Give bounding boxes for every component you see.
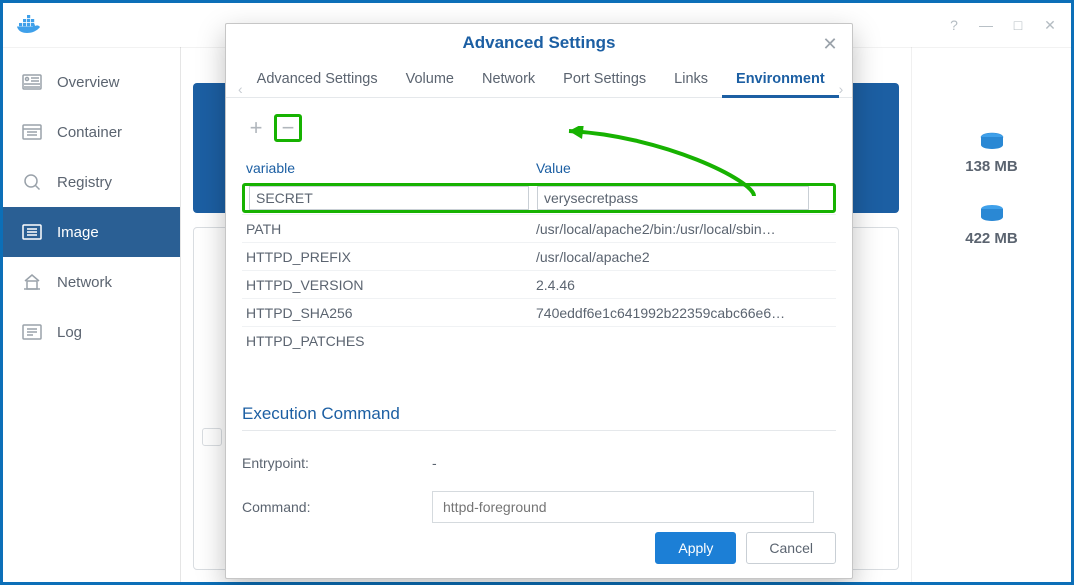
stat-item: 422 MB xyxy=(912,189,1071,261)
remove-env-button[interactable]: − xyxy=(274,114,302,142)
sidebar-item-label: Registry xyxy=(57,174,112,191)
stat-value: 138 MB xyxy=(965,158,1018,175)
disk-icon xyxy=(979,132,1005,152)
window-minimize-icon[interactable]: — xyxy=(975,17,997,33)
overview-icon xyxy=(21,71,43,93)
checkbox-placeholder[interactable] xyxy=(202,428,222,446)
command-input[interactable] xyxy=(432,491,814,523)
sidebar: Overview Container Registry Image Networ… xyxy=(3,47,181,582)
docker-logo-icon xyxy=(17,15,43,35)
minus-icon: − xyxy=(282,117,295,139)
image-icon xyxy=(21,221,43,243)
env-value: /usr/local/apache2/bin:/usr/local/sbin… xyxy=(536,221,832,237)
env-row[interactable]: HTTPD_SHA256 740eddf6e1c641992b22359cabc… xyxy=(242,298,836,326)
env-row[interactable]: HTTPD_PREFIX /usr/local/apache2 xyxy=(242,242,836,270)
registry-icon xyxy=(21,171,43,193)
window-help-icon[interactable]: ? xyxy=(943,17,965,33)
env-row[interactable]: HTTPD_PATCHES xyxy=(242,326,836,354)
env-variable: HTTPD_PATCHES xyxy=(246,333,536,349)
command-label: Command: xyxy=(242,499,432,515)
entrypoint-label: Entrypoint: xyxy=(242,455,432,471)
sidebar-item-log[interactable]: Log xyxy=(3,307,180,357)
sidebar-item-label: Overview xyxy=(57,74,120,91)
execution-command-title: Execution Command xyxy=(242,404,836,424)
env-value: 2.4.46 xyxy=(536,277,832,293)
sidebar-item-label: Image xyxy=(57,224,99,241)
entrypoint-value: - xyxy=(432,455,437,471)
modal-tabs: ‹ Advanced Settings Volume Network Port … xyxy=(226,62,852,98)
col-header-variable[interactable]: variable xyxy=(246,160,536,176)
disk-icon xyxy=(979,204,1005,224)
log-icon xyxy=(21,321,43,343)
tab-environment[interactable]: Environment xyxy=(722,62,839,98)
modal-title: Advanced Settings xyxy=(226,24,852,62)
add-env-button[interactable]: + xyxy=(242,114,270,142)
tab-advanced-settings[interactable]: Advanced Settings xyxy=(243,61,392,97)
sidebar-item-image[interactable]: Image xyxy=(3,207,180,257)
advanced-settings-modal: Advanced Settings ✕ ‹ Advanced Settings … xyxy=(225,23,853,579)
env-variable: PATH xyxy=(246,221,536,237)
env-row-selected[interactable] xyxy=(242,183,836,213)
window-maximize-icon[interactable]: □ xyxy=(1007,17,1029,33)
apply-button[interactable]: Apply xyxy=(655,532,736,564)
env-variable: HTTPD_PREFIX xyxy=(246,249,536,265)
container-icon xyxy=(21,121,43,143)
close-icon[interactable]: ✕ xyxy=(818,32,842,56)
env-value: /usr/local/apache2 xyxy=(536,249,832,265)
right-column: 138 MB 422 MB xyxy=(911,47,1071,582)
sidebar-item-network[interactable]: Network xyxy=(3,257,180,307)
sidebar-item-container[interactable]: Container xyxy=(3,107,180,157)
env-table-header: variable Value xyxy=(242,156,836,182)
sidebar-item-registry[interactable]: Registry xyxy=(3,157,180,207)
env-variable: HTTPD_VERSION xyxy=(246,277,536,293)
env-row[interactable]: HTTPD_VERSION 2.4.46 xyxy=(242,270,836,298)
tab-network[interactable]: Network xyxy=(468,61,549,97)
plus-icon: + xyxy=(250,117,263,139)
stat-item: 138 MB xyxy=(912,117,1071,189)
env-variable: HTTPD_SHA256 xyxy=(246,305,536,321)
sidebar-item-label: Network xyxy=(57,274,112,291)
tab-links[interactable]: Links xyxy=(660,61,722,97)
sidebar-item-label: Log xyxy=(57,324,82,341)
tab-scroll-right-icon[interactable]: › xyxy=(839,81,844,97)
stat-value: 422 MB xyxy=(965,230,1018,247)
cancel-button[interactable]: Cancel xyxy=(746,532,836,564)
sidebar-item-overview[interactable]: Overview xyxy=(3,57,180,107)
env-value: 740eddf6e1c641992b22359cabc66e6… xyxy=(536,305,832,321)
sidebar-item-label: Container xyxy=(57,124,122,141)
network-icon xyxy=(21,271,43,293)
window-close-icon[interactable]: ✕ xyxy=(1039,17,1061,34)
env-row[interactable]: PATH /usr/local/apache2/bin:/usr/local/s… xyxy=(242,214,836,242)
execution-command-section: Execution Command Entrypoint: - Command: xyxy=(242,404,836,535)
env-variable-input[interactable] xyxy=(249,186,529,210)
env-value-input[interactable] xyxy=(537,186,809,210)
tab-volume[interactable]: Volume xyxy=(392,61,468,97)
tab-port-settings[interactable]: Port Settings xyxy=(549,61,660,97)
col-header-value[interactable]: Value xyxy=(536,160,832,176)
